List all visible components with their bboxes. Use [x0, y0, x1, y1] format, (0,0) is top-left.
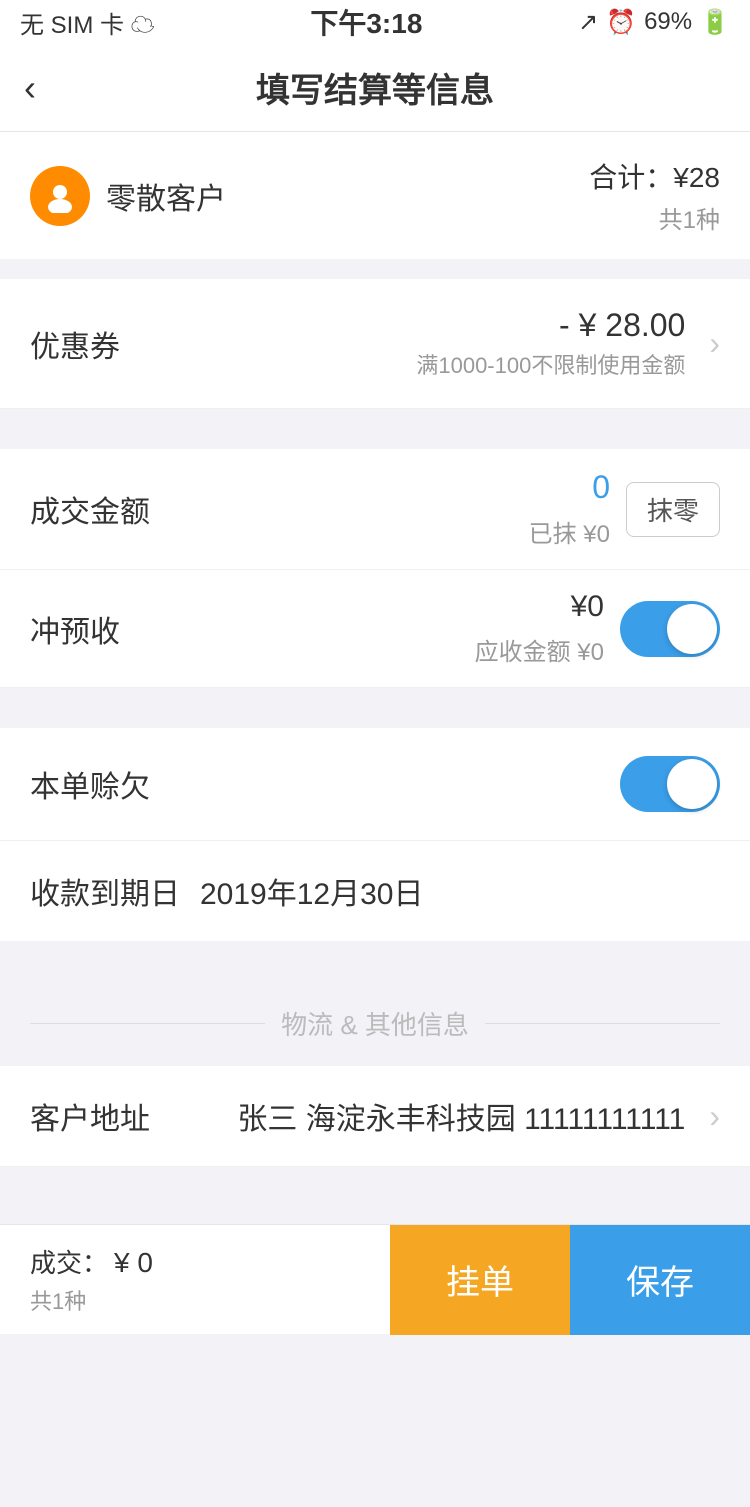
- save-button[interactable]: 保存: [570, 1225, 750, 1335]
- prepayment-amount: ¥0: [571, 590, 604, 624]
- debt-label: 本单赊欠: [30, 762, 150, 806]
- coupon-section: 优惠券 - ¥ 28.00 满1000-100不限制使用金额 ›: [0, 279, 750, 409]
- coupon-label: 优惠券: [30, 322, 120, 366]
- prepayment-toggle[interactable]: [620, 601, 720, 657]
- customer-row: 零散客户 合计：¥28 共1种: [0, 132, 750, 259]
- transaction-amount-block: 0 已抹 ¥0: [529, 469, 610, 549]
- address-label: 客户地址: [30, 1094, 150, 1138]
- separator-2: [0, 708, 750, 728]
- coupon-discount: - ¥ 28.00: [416, 307, 685, 344]
- bottom-info: 成交： ¥ 0 共1种: [0, 1243, 390, 1316]
- alarm-icon: ⏰: [606, 8, 636, 37]
- coupon-row[interactable]: 优惠券 - ¥ 28.00 满1000-100不限制使用金额 ›: [0, 279, 750, 409]
- logistics-line-left: [30, 1023, 265, 1024]
- debt-section: 本单赊欠 收款到期日 2019年12月30日: [0, 728, 750, 941]
- due-date-label: 收款到期日: [30, 869, 180, 913]
- network-status: 无 SIM 卡 ☁: [20, 5, 155, 40]
- battery-label: 69%: [644, 8, 692, 36]
- separator-3: [0, 961, 750, 981]
- chevron-right-icon: ›: [709, 325, 720, 362]
- transaction-value: 0: [592, 469, 610, 506]
- bottom-deal-label: 成交：: [30, 1243, 108, 1280]
- transaction-sub: 已抹 ¥0: [529, 514, 610, 549]
- prepayment-row: 冲预收 ¥0 应收金额 ¥0: [0, 570, 750, 688]
- coupon-value-block: - ¥ 28.00 满1000-100不限制使用金额: [416, 307, 685, 380]
- due-date-value: 2019年12月30日: [200, 869, 423, 913]
- customer-item-count: 共1种: [589, 200, 720, 235]
- location-icon: ↗: [578, 8, 598, 37]
- prepayment-sub: 应收金额 ¥0: [475, 632, 604, 667]
- transaction-label: 成交金额: [30, 487, 150, 531]
- customer-name: 零散客户: [106, 174, 226, 218]
- due-date-row: 收款到期日 2019年12月30日: [0, 841, 750, 941]
- status-time: 下午3:18: [310, 2, 422, 42]
- logistics-title: 物流 & 其他信息: [281, 1005, 469, 1042]
- separator-1: [0, 429, 750, 449]
- debt-toggle-knob: [667, 759, 717, 809]
- address-right: 张三 海淀永丰科技园 11111111111 ›: [237, 1094, 720, 1138]
- nav-bar: ‹ 填写结算等信息: [0, 44, 750, 132]
- pending-button[interactable]: 挂单: [390, 1225, 570, 1335]
- coupon-value-area: - ¥ 28.00 满1000-100不限制使用金额 ›: [416, 307, 720, 380]
- debt-row: 本单赊欠: [0, 728, 750, 841]
- status-right: ↗ ⏰ 69% 🔋: [578, 8, 730, 37]
- round-zero-button[interactable]: 抹零: [626, 482, 720, 537]
- customer-totals: 合计：¥28 共1种: [589, 156, 720, 235]
- transaction-amount-row: 成交金额 0 已抹 ¥0 抹零: [0, 449, 750, 570]
- bottom-bar: 成交： ¥ 0 共1种 挂单 保存: [0, 1224, 750, 1334]
- transaction-right: 0 已抹 ¥0 抹零: [529, 469, 720, 549]
- avatar: [30, 166, 90, 226]
- back-button[interactable]: ‹: [24, 67, 36, 109]
- bottom-deal-amount: ¥ 0: [114, 1247, 153, 1279]
- status-left: 无 SIM 卡 ☁: [20, 5, 155, 40]
- prepayment-amount-block: ¥0 应收金额 ¥0: [475, 590, 604, 667]
- page-title: 填写结算等信息: [256, 63, 494, 112]
- customer-info: 零散客户: [30, 166, 226, 226]
- logistics-line-right: [485, 1023, 720, 1024]
- status-bar: 无 SIM 卡 ☁ 下午3:18 ↗ ⏰ 69% 🔋: [0, 0, 750, 44]
- address-chevron-icon: ›: [709, 1098, 720, 1135]
- prepayment-right: ¥0 应收金额 ¥0: [475, 590, 720, 667]
- address-row[interactable]: 客户地址 张三 海淀永丰科技园 11111111111 ›: [0, 1066, 750, 1167]
- coupon-description: 满1000-100不限制使用金额: [416, 348, 685, 380]
- toggle-knob: [667, 604, 717, 654]
- customer-total-amount: 合计：¥28: [589, 156, 720, 196]
- transaction-section: 成交金额 0 已抹 ¥0 抹零 冲预收 ¥0 应收金额 ¥0: [0, 449, 750, 688]
- debt-toggle[interactable]: [620, 756, 720, 812]
- prepayment-label: 冲预收: [30, 607, 120, 651]
- logistics-section: 物流 & 其他信息 客户地址 张三 海淀永丰科技园 11111111111 ›: [0, 981, 750, 1167]
- address-value: 张三 海淀永丰科技园 11111111111: [237, 1094, 685, 1138]
- bottom-item-count: 共1种: [30, 1284, 360, 1316]
- battery-icon: 🔋: [700, 8, 730, 37]
